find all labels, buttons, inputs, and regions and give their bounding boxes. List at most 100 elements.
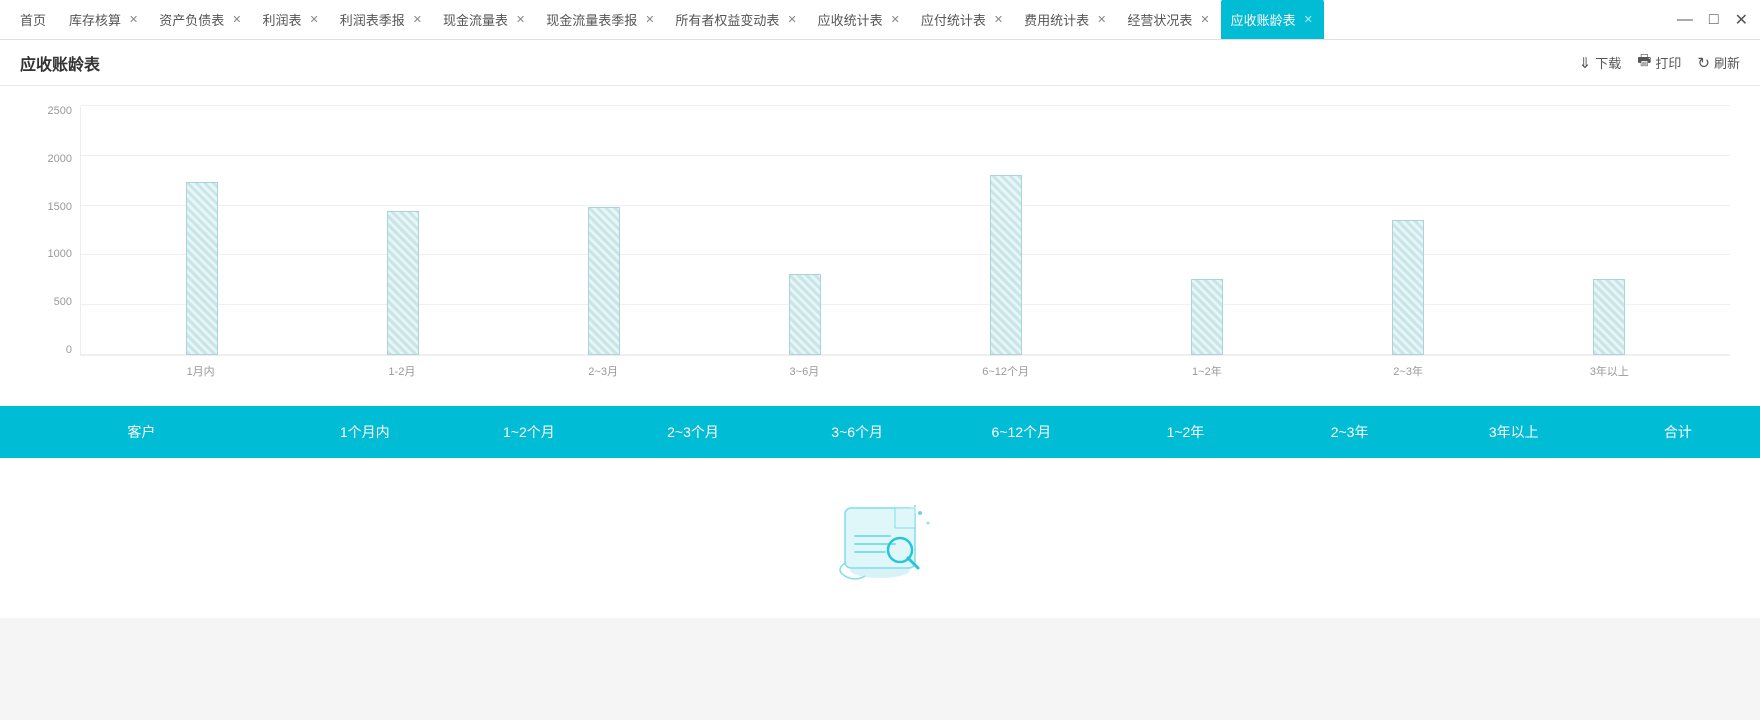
bar-group [101,182,302,355]
bars-area [81,106,1730,355]
th-cell: 合计 [1596,422,1760,442]
tab-close-icon[interactable]: ✕ [232,13,241,26]
maximize-icon[interactable]: □ [1705,7,1723,33]
bar [1593,279,1625,355]
x-label: 1月内 [100,363,301,379]
bar [1392,220,1424,355]
y-label: 2500 [48,106,72,117]
main-content: 05001000150020002500 1月内1-2月2~3月3~6月6~12… [0,86,1760,618]
x-label: 2~3年 [1308,363,1509,379]
bar [186,182,218,355]
y-label: 500 [54,297,72,308]
empty-state [820,488,940,588]
refresh-button[interactable]: ↻ 刷新 [1697,53,1740,72]
page-actions: ⇓ 下载 🖶 打印 ↻ 刷新 [1579,50,1740,75]
bar-group [704,274,905,355]
tab-close-icon[interactable]: ✕ [1304,13,1313,26]
tab-close-icon[interactable]: ✕ [994,13,1003,26]
tab-label: 利润表 [262,10,301,29]
refresh-icon: ↻ [1697,54,1710,72]
bar [789,274,821,355]
y-label: 1000 [48,249,72,260]
bar-group [503,207,704,355]
tab-label: 现金流量表 [443,10,508,29]
tab-close-icon[interactable]: ✕ [1200,13,1209,26]
page-title: 应收账龄表 [20,51,100,75]
th-cell: 客户 [0,422,283,442]
x-label: 3年以上 [1509,363,1710,379]
bar [990,175,1022,355]
tab-close-icon[interactable]: ✕ [645,13,654,26]
tab-close-icon[interactable]: ✕ [787,13,796,26]
tab-label: 库存核算 [69,10,121,29]
print-button[interactable]: 🖶 打印 [1637,50,1681,75]
tab-label: 资产负债表 [159,10,224,29]
chart-y-axis: 0 500 1000 1500 2000 2500 [30,106,80,356]
tab-ar-stat[interactable]: 应收统计表 ✕ [808,0,911,40]
tab-equity[interactable]: 所有者权益变动表 ✕ [665,0,807,40]
tab-home[interactable]: 首页 [8,0,59,40]
tab-ap-stat[interactable]: 应付统计表 ✕ [911,0,1014,40]
tab-close-icon[interactable]: ✕ [1097,13,1106,26]
th-cell: 2~3年 [1268,422,1432,442]
page-header: 应收账龄表 ⇓ 下载 🖶 打印 ↻ 刷新 [0,40,1760,86]
y-label: 1500 [48,202,72,213]
th-cell: 1个月内 [283,422,447,442]
download-button[interactable]: ⇓ 下载 [1579,53,1622,72]
bar-group [1509,279,1710,355]
th-cell: 1~2个月 [447,422,611,442]
tab-close-icon[interactable]: ✕ [413,13,422,26]
tab-bar: 首页 库存核算✕资产负债表✕利润表✕利润表季报✕现金流量表✕现金流量表季报✕所有… [0,0,1760,40]
table-header: 客户1个月内1~2个月2~3个月3~6个月6~12个月1~2年2~3年3年以上合… [0,406,1760,458]
th-cell: 2~3个月 [611,422,775,442]
table-body [0,458,1760,618]
x-label: 3~6月 [704,363,905,379]
tab-inventory[interactable]: 库存核算 ✕ [59,0,149,40]
th-cell: 3~6个月 [775,422,939,442]
tab-label: 应付统计表 [921,10,986,29]
th-cell: 6~12个月 [939,422,1103,442]
y-label: 2000 [48,154,72,165]
tab-label: 费用统计表 [1024,10,1089,29]
tab-cashflow[interactable]: 现金流量表 ✕ [433,0,536,40]
x-label: 1~2年 [1106,363,1307,379]
tab-close-icon[interactable]: ✕ [516,13,525,26]
tab-cashflow-q[interactable]: 现金流量表季报 ✕ [536,0,665,40]
download-icon: ⇓ [1579,54,1592,72]
y-label: 0 [66,345,72,356]
x-label: 1-2月 [301,363,502,379]
th-cell: 3年以上 [1432,422,1596,442]
chart-x-axis: 1月内1-2月2~3月3~6月6~12个月1~2年2~3年3年以上 [80,356,1730,386]
minimize-icon[interactable]: — [1673,7,1697,33]
tab-balance[interactable]: 资产负债表 ✕ [149,0,252,40]
tab-ar-aging[interactable]: 应收账龄表 ✕ [1221,0,1324,40]
tab-label: 现金流量表季报 [546,10,637,29]
bar-group [1308,220,1509,355]
bar-group [906,175,1107,355]
bar-group [1107,279,1308,355]
tab-label: 应收统计表 [818,10,883,29]
tab-close-icon[interactable]: ✕ [129,13,138,26]
chart-container: 0 500 1000 1500 2000 2500 1月内1-2月2~3月3~6月6~12… [30,106,1730,386]
x-label: 6~12个月 [905,363,1106,379]
bar [588,207,620,355]
close-window-icon[interactable]: ✕ [1731,6,1752,34]
tab-close-icon[interactable]: ✕ [310,13,319,26]
bar [1191,279,1223,355]
tab-label: 经营状况表 [1127,10,1192,29]
tab-close-icon[interactable]: ✕ [891,13,900,26]
tab-label: 应收账龄表 [1231,10,1296,29]
th-cell: 1~2年 [1103,422,1267,442]
tab-expense[interactable]: 费用统计表 ✕ [1014,0,1117,40]
tab-label: 所有者权益变动表 [675,10,779,29]
bar [387,211,419,355]
x-label: 2~3月 [503,363,704,379]
chart-area: 0 500 1000 1500 2000 2500 1月内1-2月2~3月3~6月6~12… [0,86,1760,406]
print-icon: 🖶 [1637,50,1651,75]
tab-operations[interactable]: 经营状况表 ✕ [1117,0,1220,40]
tab-profit[interactable]: 利润表 ✕ [252,0,329,40]
chart-inner [80,106,1730,356]
tab-label: 利润表季报 [340,10,405,29]
tab-bar-actions: — □ ✕ [1673,6,1752,34]
tab-profit-q[interactable]: 利润表季报 ✕ [330,0,433,40]
